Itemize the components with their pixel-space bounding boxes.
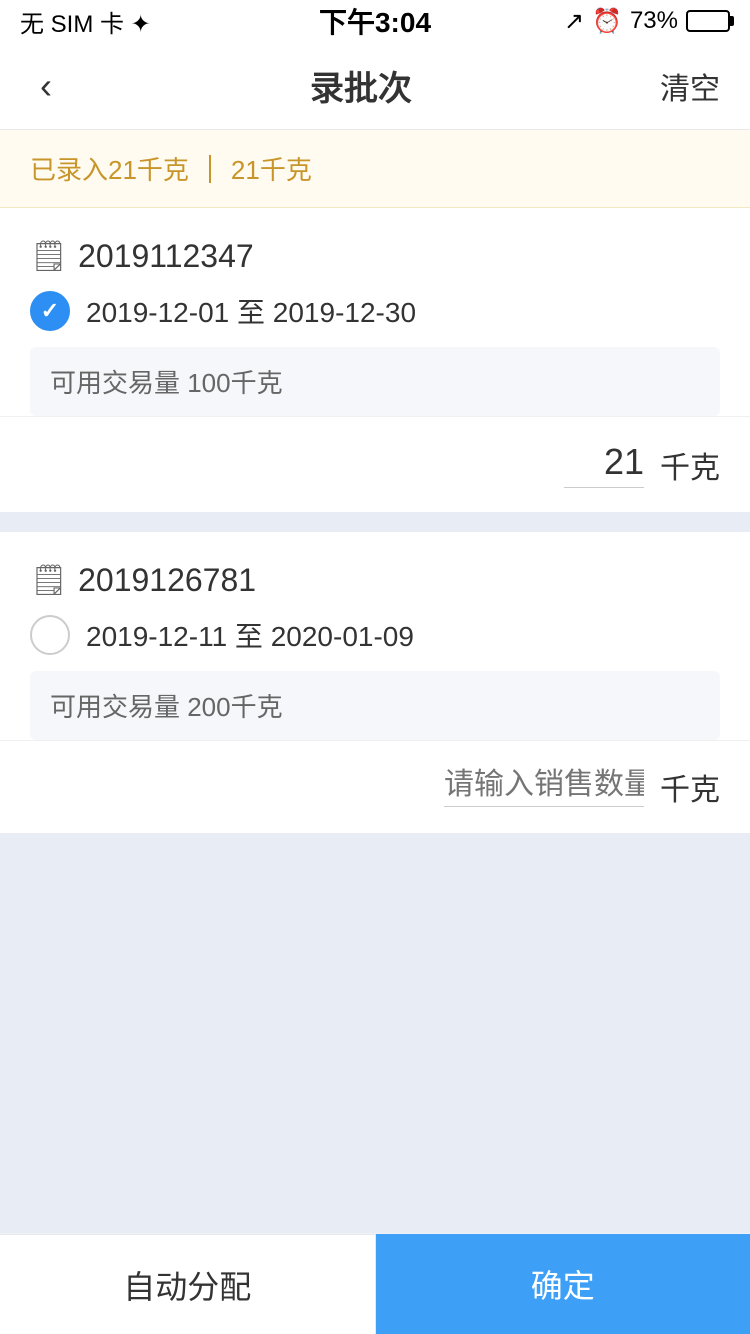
batch-1-quantity-wrapper: 21 [564,441,644,488]
info-value: 21千克 [231,150,312,187]
batch-2-input-row: 千克 [0,740,750,833]
batch-1-header: 🗒 2019112347 [30,238,720,275]
batch-1-radio[interactable] [30,291,70,331]
batch-1-date: 2019-12-01 至 2019-12-30 [86,291,416,331]
batch-2-input-wrapper [444,768,644,807]
battery-percent: 73% [630,7,678,35]
confirm-button[interactable]: 确定 [376,1234,750,1334]
batch-1-date-row: 2019-12-01 至 2019-12-30 [30,291,720,331]
batch-1-id: 2019112347 [78,238,254,275]
info-divider [209,155,211,183]
main-content: 🗒 2019112347 2019-12-01 至 2019-12-30 可用交… [0,208,750,1333]
status-left: 无 SIM 卡 ✦ [20,4,151,39]
section-separator [0,512,750,532]
batch-2-icon: 🗒 [30,563,68,598]
info-banner: 已录入21千克 21千克 [0,130,750,208]
status-bar: 无 SIM 卡 ✦ 下午3:04 ↗ ⏰ 73% [0,0,750,42]
empty-area [0,833,750,1233]
batch-card-2: 🗒 2019126781 2019-12-11 至 2020-01-09 可用交… [0,532,750,740]
batch-1-quantity-row: 21 千克 [0,416,750,512]
batch-card-1: 🗒 2019112347 2019-12-01 至 2019-12-30 可用交… [0,208,750,416]
auto-distribute-button[interactable]: 自动分配 [0,1234,376,1334]
bottom-actions: 自动分配 确定 [0,1234,750,1334]
batch-2-id: 2019126781 [78,562,256,599]
page-title: 录批次 [310,61,412,110]
batch-2-quantity-input[interactable] [444,768,644,807]
alarm-icon: ⏰ [592,7,622,36]
status-time: 下午3:04 [319,1,431,41]
sim-label: 无 SIM 卡 ✦ [20,4,151,39]
battery-icon [686,10,730,32]
batch-1-quantity-value: 21 [604,441,644,482]
batch-2-date: 2019-12-11 至 2020-01-09 [86,615,414,655]
batch-1-available: 可用交易量 100千克 [30,347,720,416]
batch-1-unit: 千克 [660,443,720,487]
batch-2-available: 可用交易量 200千克 [30,671,720,740]
clear-button[interactable]: 清空 [660,64,720,108]
batch-2-unit: 千克 [660,765,720,809]
batch-2-radio[interactable] [30,615,70,655]
back-button[interactable]: ‹ [30,55,62,117]
nav-bar: ‹ 录批次 清空 [0,42,750,130]
direction-icon: ↗ [564,7,584,36]
info-label: 已录入21千克 [30,150,189,187]
batch-1-icon: 🗒 [30,239,68,274]
batch-2-date-row: 2019-12-11 至 2020-01-09 [30,615,720,655]
batch-2-header: 🗒 2019126781 [30,562,720,599]
status-right: ↗ ⏰ 73% [564,7,730,36]
